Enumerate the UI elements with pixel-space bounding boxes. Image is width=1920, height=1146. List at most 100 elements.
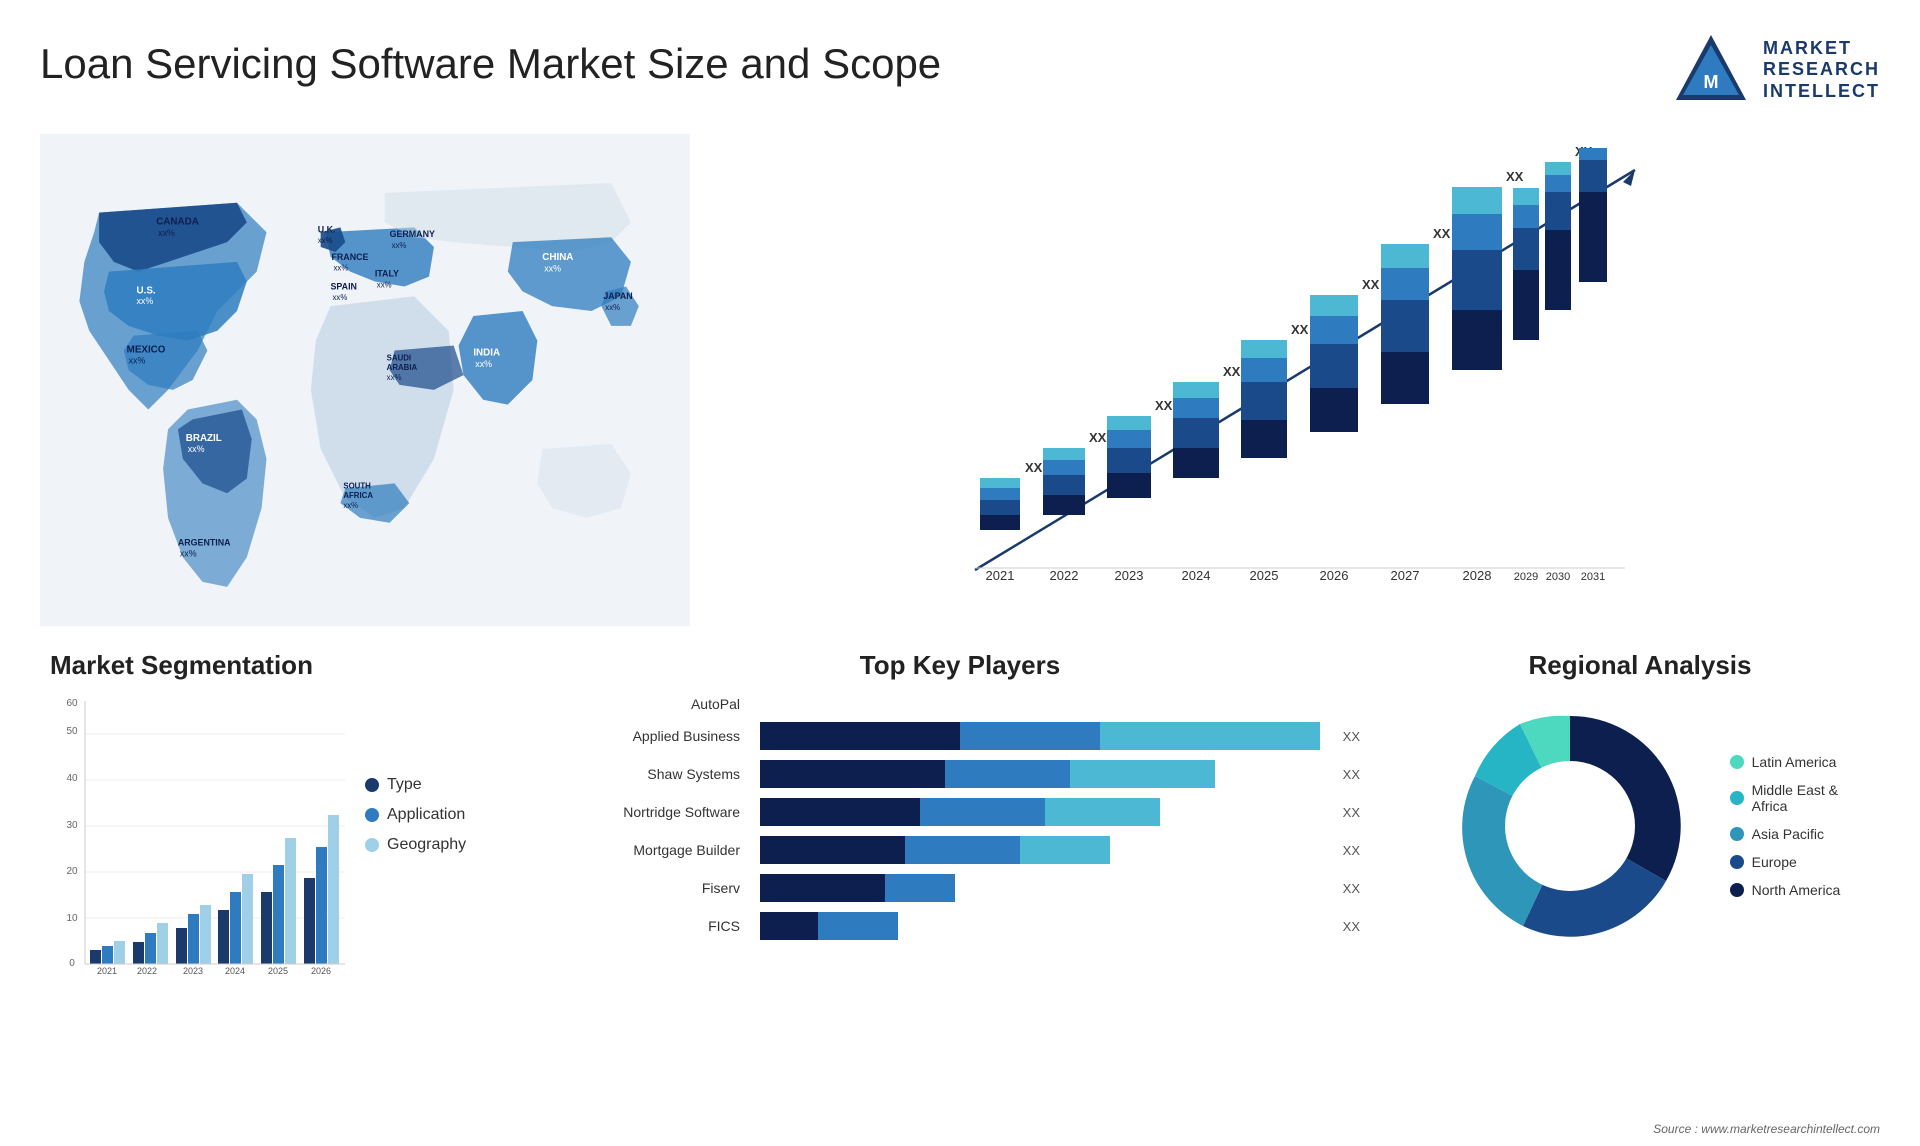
regional-legend: Latin America Middle East &Africa Asia P… bbox=[1730, 754, 1841, 898]
svg-text:SOUTH: SOUTH bbox=[343, 481, 371, 490]
svg-text:ITALY: ITALY bbox=[375, 269, 399, 279]
legend-type: Type bbox=[365, 776, 466, 794]
legend-geography: Geography bbox=[365, 836, 466, 854]
player-shaw-name: Shaw Systems bbox=[560, 766, 740, 782]
svg-text:xx%: xx% bbox=[387, 373, 402, 382]
player-nortridge-name: Nortridge Software bbox=[560, 804, 740, 820]
player-autopal: AutoPal bbox=[560, 696, 1360, 712]
page-container: Loan Servicing Software Market Size and … bbox=[0, 0, 1920, 1146]
svg-text:GERMANY: GERMANY bbox=[390, 229, 435, 239]
logo-area: M MARKET RESEARCH INTELLECT bbox=[1671, 30, 1880, 110]
seg-legend: Type Application Geography bbox=[365, 776, 466, 884]
svg-text:2028: 2028 bbox=[1463, 568, 1492, 583]
segmentation-section: Market Segmentation 0 10 20 30 40 50 60 bbox=[40, 650, 520, 1030]
legend-eu-label: Europe bbox=[1752, 854, 1797, 870]
player-fiserv: Fiserv XX bbox=[560, 874, 1360, 902]
players-section: Top Key Players AutoPal Applied Business… bbox=[540, 650, 1380, 1030]
world-map-section: CANADA xx% U.S. xx% MEXICO xx% BRAZIL xx… bbox=[40, 130, 690, 630]
legend-north-america: North America bbox=[1730, 882, 1841, 898]
svg-text:JAPAN: JAPAN bbox=[603, 291, 632, 301]
svg-text:2029: 2029 bbox=[1514, 571, 1538, 583]
logo-icon: M bbox=[1671, 30, 1751, 110]
svg-text:10: 10 bbox=[66, 913, 78, 924]
svg-text:2025: 2025 bbox=[268, 966, 288, 976]
legend-europe: Europe bbox=[1730, 854, 1841, 870]
svg-text:xx%: xx% bbox=[475, 359, 492, 369]
regional-title: Regional Analysis bbox=[1410, 650, 1870, 681]
legend-ap-label: Asia Pacific bbox=[1752, 826, 1824, 842]
svg-text:XX: XX bbox=[1089, 430, 1107, 445]
svg-text:ARGENTINA: ARGENTINA bbox=[178, 537, 231, 547]
svg-text:xx%: xx% bbox=[137, 296, 154, 306]
svg-text:xx%: xx% bbox=[333, 264, 348, 273]
svg-text:xx%: xx% bbox=[158, 228, 175, 238]
svg-text:60: 60 bbox=[66, 698, 78, 709]
svg-text:2023: 2023 bbox=[183, 966, 203, 976]
player-nortridge: Nortridge Software XX bbox=[560, 798, 1360, 826]
svg-text:FRANCE: FRANCE bbox=[332, 252, 369, 262]
svg-text:2024: 2024 bbox=[1182, 568, 1211, 583]
legend-eu-dot bbox=[1730, 855, 1744, 869]
bar-chart-section: 2021 XX 2022 XX 2023 XX bbox=[710, 130, 1880, 630]
legend-latin-america: Latin America bbox=[1730, 754, 1841, 770]
player-nortridge-value: XX bbox=[1343, 805, 1360, 820]
donut-area: Latin America Middle East &Africa Asia P… bbox=[1410, 696, 1870, 956]
svg-text:AFRICA: AFRICA bbox=[343, 491, 373, 500]
svg-text:2023: 2023 bbox=[1115, 568, 1144, 583]
svg-text:2022: 2022 bbox=[137, 966, 157, 976]
svg-text:U.S.: U.S. bbox=[137, 285, 156, 296]
svg-text:2021: 2021 bbox=[986, 568, 1015, 583]
svg-text:2026: 2026 bbox=[311, 966, 331, 976]
svg-text:U.K.: U.K. bbox=[318, 224, 336, 234]
svg-text:M: M bbox=[1703, 72, 1718, 92]
player-applied-value: XX bbox=[1343, 729, 1360, 744]
player-autopal-name: AutoPal bbox=[560, 696, 740, 712]
segmentation-svg: 0 10 20 30 40 50 60 bbox=[50, 696, 350, 976]
player-fics-name: FICS bbox=[560, 918, 740, 934]
svg-text:xx%: xx% bbox=[129, 355, 146, 365]
svg-text:30: 30 bbox=[66, 820, 78, 831]
svg-text:xx%: xx% bbox=[377, 280, 392, 289]
svg-text:XX: XX bbox=[1433, 226, 1451, 241]
svg-text:CHINA: CHINA bbox=[542, 252, 573, 263]
world-map-svg: CANADA xx% U.S. xx% MEXICO xx% BRAZIL xx… bbox=[40, 130, 690, 630]
svg-text:SAUDI: SAUDI bbox=[387, 353, 411, 362]
svg-text:xx%: xx% bbox=[343, 501, 358, 510]
svg-text:XX: XX bbox=[1291, 322, 1309, 337]
logo-text: MARKET RESEARCH INTELLECT bbox=[1763, 38, 1880, 103]
legend-type-dot bbox=[365, 778, 379, 792]
svg-text:2022: 2022 bbox=[1050, 568, 1079, 583]
legend-latin-label: Latin America bbox=[1752, 754, 1837, 770]
player-shaw-value: XX bbox=[1343, 767, 1360, 782]
svg-text:MEXICO: MEXICO bbox=[127, 344, 166, 355]
legend-application: Application bbox=[365, 806, 466, 824]
svg-text:2027: 2027 bbox=[1391, 568, 1420, 583]
svg-text:SPAIN: SPAIN bbox=[331, 281, 357, 291]
svg-text:2031: 2031 bbox=[1581, 571, 1605, 583]
player-applied: Applied Business XX bbox=[560, 722, 1360, 750]
svg-text:XX: XX bbox=[1362, 277, 1380, 292]
source-text: Source : www.marketresearchintellect.com bbox=[1653, 1122, 1880, 1136]
legend-me-dot bbox=[1730, 791, 1744, 805]
player-mortgage-name: Mortgage Builder bbox=[560, 842, 740, 858]
svg-text:xx%: xx% bbox=[605, 303, 620, 312]
svg-text:xx%: xx% bbox=[188, 444, 205, 454]
svg-text:ARABIA: ARABIA bbox=[387, 363, 418, 372]
page-title: Loan Servicing Software Market Size and … bbox=[40, 40, 941, 88]
svg-text:CANADA: CANADA bbox=[156, 216, 199, 227]
legend-na-label: North America bbox=[1752, 882, 1841, 898]
donut-svg bbox=[1440, 696, 1700, 956]
legend-asia-pacific: Asia Pacific bbox=[1730, 826, 1841, 842]
legend-application-label: Application bbox=[387, 806, 465, 824]
svg-text:0: 0 bbox=[69, 958, 75, 969]
legend-geography-label: Geography bbox=[387, 836, 466, 854]
bar-chart-svg: 2021 XX 2022 XX 2023 XX bbox=[730, 140, 1860, 620]
svg-text:xx%: xx% bbox=[180, 548, 197, 558]
svg-text:2025: 2025 bbox=[1250, 568, 1279, 583]
regional-section: Regional Analysis bbox=[1400, 650, 1880, 1030]
svg-text:xx%: xx% bbox=[544, 264, 561, 274]
player-applied-name: Applied Business bbox=[560, 728, 740, 744]
svg-text:XX: XX bbox=[1506, 169, 1524, 184]
svg-text:40: 40 bbox=[66, 773, 78, 784]
svg-text:20: 20 bbox=[66, 866, 78, 877]
